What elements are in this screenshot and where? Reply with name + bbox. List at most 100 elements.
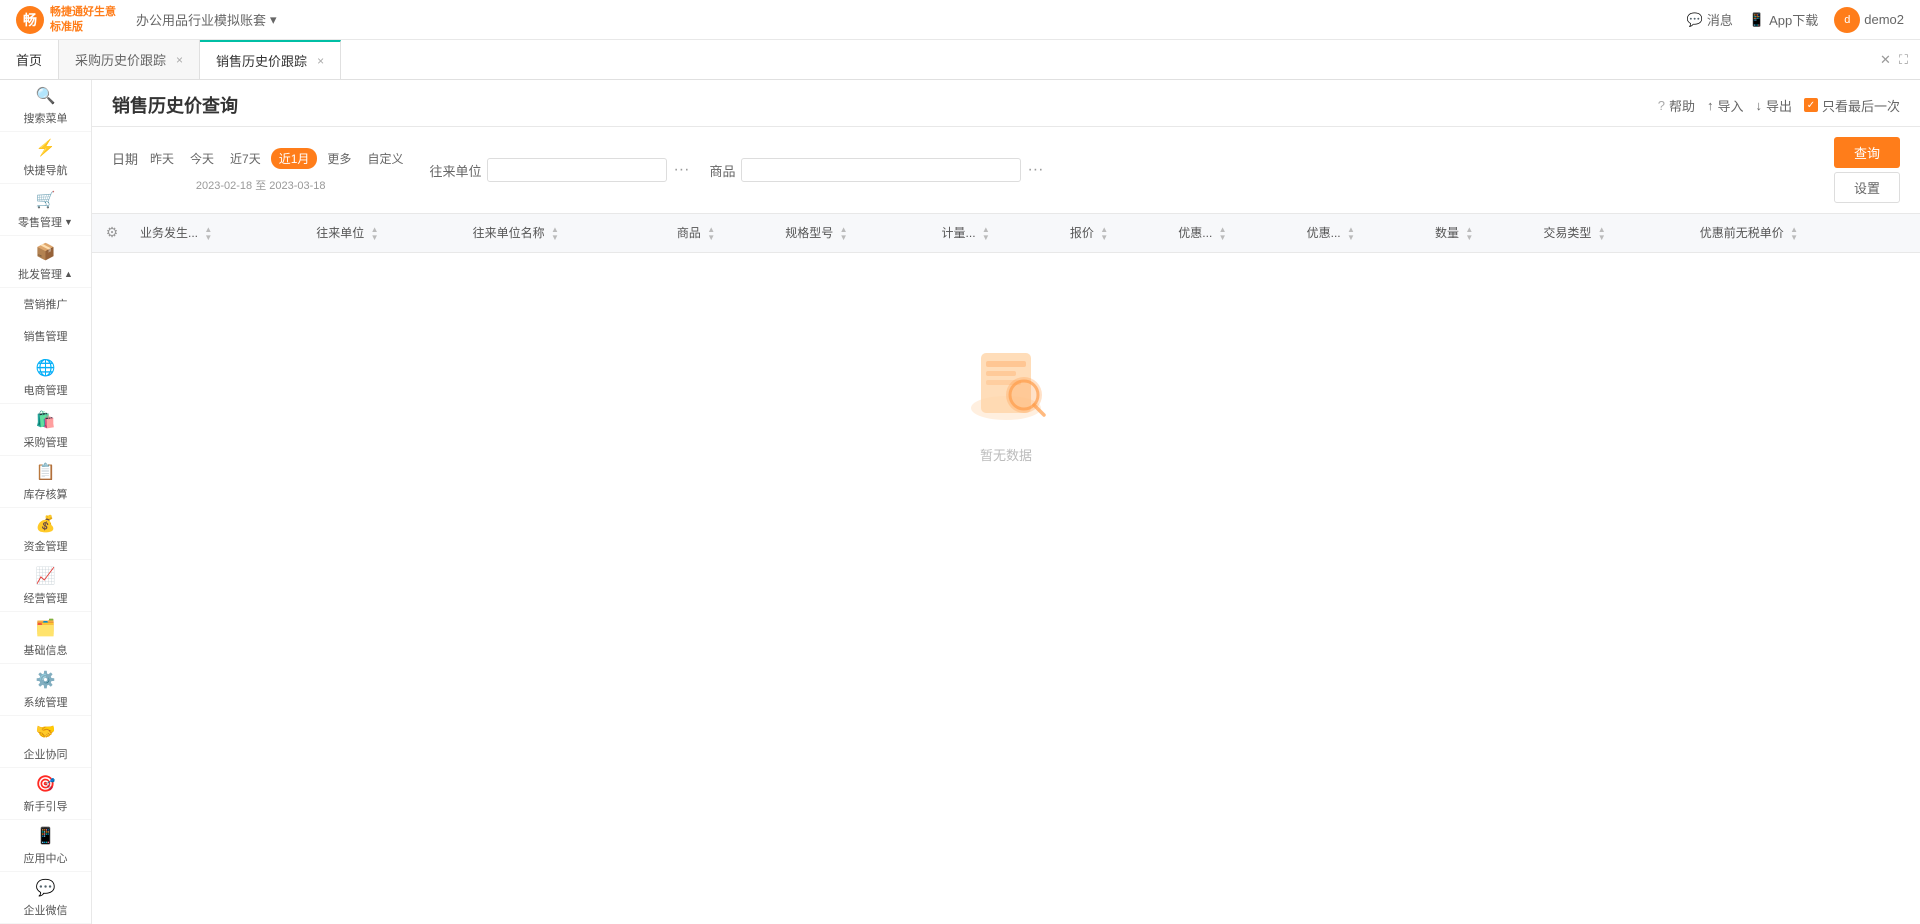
- th-quote[interactable]: 报价 ▲▼: [1062, 214, 1170, 252]
- app-download-button[interactable]: 📱 App下载: [1749, 10, 1818, 29]
- search-icon: 🔍: [36, 86, 56, 106]
- avatar: d: [1834, 7, 1860, 33]
- tab-sales-label: 销售历史价跟踪: [216, 51, 307, 70]
- sidebar-item-shortcut[interactable]: ⚡ 快捷导航: [0, 132, 91, 184]
- content-area: 销售历史价查询 ? 帮助 ↑ 导入 ↓ 导出: [92, 80, 1920, 924]
- date-tab-more[interactable]: 更多: [321, 148, 357, 169]
- sidebar-item-wechat[interactable]: 💬 企业微信: [0, 872, 91, 924]
- purchase-icon: 🛍️: [36, 410, 56, 430]
- ecommerce-icon: 🌐: [36, 358, 56, 378]
- page-title: 销售历史价查询: [112, 92, 238, 118]
- sidebar-item-ecommerce[interactable]: 🌐 电商管理: [0, 352, 91, 404]
- empty-icon: [956, 333, 1056, 433]
- th-biz-date[interactable]: 业务发生... ▲▼: [132, 214, 308, 252]
- logo-icon: 畅: [16, 6, 44, 34]
- th-spec[interactable]: 规格型号 ▲▼: [777, 214, 933, 252]
- close-all-icon[interactable]: ✕: [1880, 52, 1891, 68]
- th-discount1[interactable]: 优惠... ▲▼: [1170, 214, 1298, 252]
- sort-arrows-product: ▲▼: [707, 226, 715, 242]
- expand-icon[interactable]: ⛶: [1899, 52, 1908, 68]
- th-product[interactable]: 商品 ▲▼: [669, 214, 777, 252]
- sort-arrows-partner-code: ▲▼: [371, 226, 379, 242]
- th-partner-code[interactable]: 往来单位 ▲▼: [308, 214, 464, 252]
- tab-sales-close[interactable]: ×: [317, 54, 324, 68]
- newbie-icon: 🎯: [36, 774, 56, 794]
- tab-purchase[interactable]: 采购历史价跟踪 ×: [59, 40, 200, 79]
- sidebar-item-basic[interactable]: 🗂️ 基础信息: [0, 612, 91, 664]
- filter-bar: 日期 昨天 今天 近7天 近1月 更多 自定义 2023-02-18 至 202…: [92, 127, 1920, 214]
- tab-home-label: 首页: [16, 50, 42, 69]
- date-tab-1month[interactable]: 近1月: [271, 148, 318, 169]
- th-unit[interactable]: 计量... ▲▼: [934, 214, 1062, 252]
- th-quantity[interactable]: 数量 ▲▼: [1427, 214, 1535, 252]
- sidebar-sub-sales[interactable]: 销售管理: [0, 320, 91, 352]
- tab-bar-actions: ✕ ⛶: [1868, 40, 1920, 79]
- sidebar: 🔍 搜索菜单 ⚡ 快捷导航 🛒 零售管理▼ 📦 批发管理▲ 营销推广 销售管理 …: [0, 80, 92, 924]
- th-settings: ⚙: [92, 214, 132, 252]
- sidebar-sub-marketing[interactable]: 营销推广: [0, 288, 91, 320]
- sidebar-item-enterprise[interactable]: 🤝 企业协同: [0, 716, 91, 768]
- help-button[interactable]: ? 帮助: [1658, 96, 1695, 115]
- sort-arrows-discount2: ▲▼: [1347, 226, 1355, 242]
- sidebar-item-finance[interactable]: 💰 资金管理: [0, 508, 91, 560]
- date-tab-custom[interactable]: 自定义: [361, 148, 409, 169]
- date-filter-label: 日期: [112, 149, 138, 168]
- sidebar-item-search[interactable]: 🔍 搜索菜单: [0, 80, 91, 132]
- page-header: 销售历史价查询 ? 帮助 ↑ 导入 ↓ 导出: [92, 80, 1920, 127]
- th-discount2[interactable]: 优惠... ▲▼: [1299, 214, 1427, 252]
- settings-button[interactable]: 设置: [1834, 172, 1900, 203]
- main-layout: 🔍 搜索菜单 ⚡ 快捷导航 🛒 零售管理▼ 📦 批发管理▲ 营销推广 销售管理 …: [0, 80, 1920, 924]
- message-button[interactable]: 💬 消息: [1687, 10, 1733, 29]
- data-table: ⚙ 业务发生... ▲▼ 往来单位 ▲▼ 往来单位名称 ▲▼: [92, 214, 1920, 253]
- table-container: ⚙ 业务发生... ▲▼ 往来单位 ▲▼ 往来单位名称 ▲▼: [92, 214, 1920, 924]
- th-pretax-price[interactable]: 优惠前无税单价 ▲▼: [1692, 214, 1920, 252]
- sidebar-item-retail[interactable]: 🛒 零售管理▼: [0, 184, 91, 236]
- system-icon: ⚙️: [36, 670, 56, 690]
- empty-text: 暂无数据: [980, 445, 1032, 464]
- wholesale-icon: 📦: [36, 242, 56, 262]
- partner-input[interactable]: [487, 158, 667, 182]
- th-partner-name[interactable]: 往来单位名称 ▲▼: [465, 214, 669, 252]
- product-filter-label: 商品: [709, 161, 735, 180]
- th-trade-type[interactable]: 交易类型 ▲▼: [1535, 214, 1691, 252]
- tab-bar: 首页 采购历史价跟踪 × 销售历史价跟踪 × ✕ ⛶: [0, 40, 1920, 80]
- account-selector[interactable]: 办公用品行业模拟账套 ▾: [136, 10, 277, 29]
- sort-arrows-trade-type: ▲▼: [1598, 226, 1606, 242]
- page-title-row: 销售历史价查询 ? 帮助 ↑ 导入 ↓ 导出: [112, 92, 1900, 118]
- partner-dots[interactable]: ···: [673, 161, 689, 179]
- sidebar-item-operation[interactable]: 📈 经营管理: [0, 560, 91, 612]
- product-dots[interactable]: ···: [1027, 161, 1043, 179]
- tab-sales[interactable]: 销售历史价跟踪 ×: [200, 40, 341, 79]
- export-button[interactable]: ↓ 导出: [1755, 96, 1792, 115]
- retail-icon: 🛒: [36, 190, 56, 210]
- sidebar-item-system[interactable]: ⚙️ 系统管理: [0, 664, 91, 716]
- chevron-down-icon: ▼: [64, 217, 73, 227]
- logo-area: 畅 畅捷通好生意 标准版: [16, 5, 116, 34]
- message-icon: 💬: [1687, 12, 1703, 28]
- page-actions: ? 帮助 ↑ 导入 ↓ 导出 只看最后一次: [1658, 96, 1900, 115]
- sidebar-item-inventory[interactable]: 📋 库存核算: [0, 456, 91, 508]
- sidebar-item-newbie[interactable]: 🎯 新手引导: [0, 768, 91, 820]
- product-input[interactable]: [741, 158, 1021, 182]
- basic-icon: 🗂️: [36, 618, 56, 638]
- sidebar-item-wholesale[interactable]: 📦 批发管理▲: [0, 236, 91, 288]
- date-tab-yesterday[interactable]: 昨天: [144, 148, 180, 169]
- top-bar: 畅 畅捷通好生意 标准版 办公用品行业模拟账套 ▾ 💬 消息 📱 App下载 d…: [0, 0, 1920, 40]
- finance-icon: 💰: [36, 514, 56, 534]
- import-button[interactable]: ↑ 导入: [1707, 96, 1744, 115]
- sort-arrows-quote: ▲▼: [1100, 226, 1108, 242]
- tab-purchase-close[interactable]: ×: [176, 53, 183, 67]
- dropdown-arrow-icon: ▾: [270, 12, 277, 28]
- date-tab-7days[interactable]: 近7天: [224, 148, 267, 169]
- last-one-checkbox[interactable]: 只看最后一次: [1804, 96, 1900, 115]
- help-icon: ?: [1658, 98, 1665, 113]
- chevron-up-icon: ▲: [64, 269, 73, 279]
- user-profile[interactable]: d demo2: [1834, 7, 1904, 33]
- sidebar-item-purchase[interactable]: 🛍️ 采购管理: [0, 404, 91, 456]
- sidebar-item-appstore[interactable]: 📱 应用中心: [0, 820, 91, 872]
- date-tab-today[interactable]: 今天: [184, 148, 220, 169]
- table-settings-icon[interactable]: ⚙: [106, 224, 119, 240]
- sort-arrows-quantity: ▲▼: [1465, 226, 1473, 242]
- tab-home[interactable]: 首页: [0, 40, 59, 79]
- query-button[interactable]: 查询: [1834, 137, 1900, 168]
